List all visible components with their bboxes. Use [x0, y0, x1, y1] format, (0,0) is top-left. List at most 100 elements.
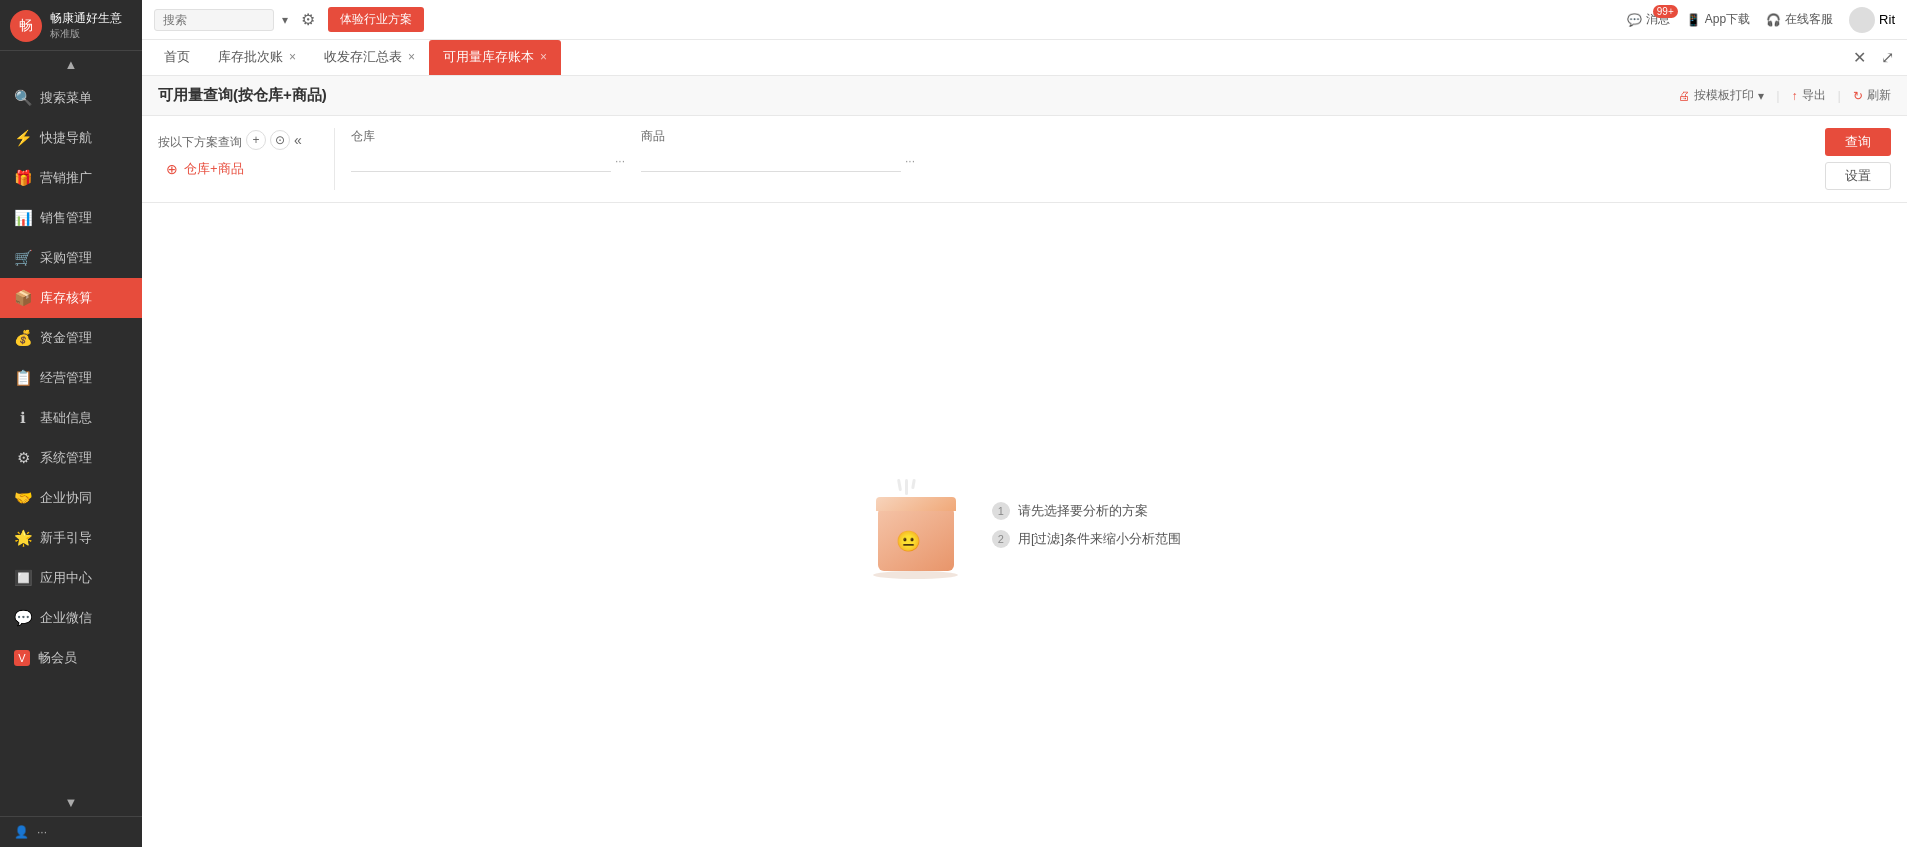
tab-batch-account-label: 库存批次账	[218, 48, 283, 66]
user-avatar	[1849, 7, 1875, 33]
app-title: 畅康通好生意	[50, 11, 122, 27]
sidebar-item-ops[interactable]: 📋 经营管理	[0, 358, 142, 398]
sidebar-item-enterprise[interactable]: 🤝 企业协同	[0, 478, 142, 518]
sidebar-item-marketing[interactable]: 🎁 营销推广	[0, 158, 142, 198]
marketing-icon: 🎁	[14, 169, 32, 187]
gear-icon: ⚙	[301, 10, 315, 29]
sidebar: 畅 畅康通好生意 标准版 ▲ 🔍 搜索菜单 ⚡ 快捷导航 🎁 营销推广 📊 销售…	[0, 0, 142, 847]
sidebar-item-member[interactable]: V 畅会员	[0, 638, 142, 678]
sidebar-item-ent-wx[interactable]: 💬 企业微信	[0, 598, 142, 638]
sidebar-item-search[interactable]: 🔍 搜索菜单	[0, 78, 142, 118]
topbar-dropdown-btn[interactable]: ▾	[282, 13, 288, 27]
sidebar-item-inventory[interactable]: 📦 库存核算	[0, 278, 142, 318]
sidebar-item-label: 销售管理	[40, 209, 92, 227]
edit-scheme-btn[interactable]: ⊙	[270, 130, 290, 150]
template-print-btn[interactable]: 🖨 按模板打印 ▾	[1678, 87, 1764, 104]
tab-batch-account-close[interactable]: ×	[289, 51, 296, 63]
sidebar-item-label: 快捷导航	[40, 129, 92, 147]
app-download-btn[interactable]: 📱 App下载	[1686, 11, 1750, 28]
search-icon: 🔍	[14, 89, 32, 107]
topbar-gear-btn[interactable]: ⚙	[296, 8, 320, 32]
warehouse-input[interactable]	[351, 149, 611, 172]
sidebar-item-label: 新手引导	[40, 529, 92, 547]
box-face: 😐	[896, 529, 921, 553]
product-more-btn[interactable]: ···	[905, 154, 915, 168]
page-title: 可用量查询(按仓库+商品)	[158, 86, 327, 105]
hint-num-1: 1	[992, 502, 1010, 520]
sales-icon: 📊	[14, 209, 32, 227]
sidebar-item-quick-nav[interactable]: ⚡ 快捷导航	[0, 118, 142, 158]
sidebar-item-purchase[interactable]: 🛒 采购管理	[0, 238, 142, 278]
tabs-bar: 首页 库存批次账 × 收发存汇总表 × 可用量库存账本 × ✕ ⤢	[142, 40, 1907, 76]
industry-btn[interactable]: 体验行业方案	[328, 7, 424, 32]
tab-available-ledger-close[interactable]: ×	[540, 51, 547, 63]
warehouse-more-btn[interactable]: ···	[615, 154, 625, 168]
sidebar-item-label: 企业协同	[40, 489, 92, 507]
sidebar-bottom-label: ···	[37, 825, 47, 839]
product-field: 商品 ···	[641, 128, 915, 172]
sidebar-item-basic-info[interactable]: ℹ 基础信息	[0, 398, 142, 438]
divider1: |	[1776, 88, 1779, 103]
sidebar-item-label: 营销推广	[40, 169, 92, 187]
refresh-btn[interactable]: ↻ 刷新	[1853, 87, 1891, 104]
message-btn[interactable]: 💬 消息 99+	[1627, 11, 1670, 28]
sidebar-item-label: 搜索菜单	[40, 89, 92, 107]
print-dropdown-icon[interactable]: ▾	[1758, 89, 1764, 103]
tab-batch-account[interactable]: 库存批次账 ×	[204, 40, 310, 75]
ops-icon: 📋	[14, 369, 32, 387]
add-scheme-btn[interactable]: +	[246, 130, 266, 150]
sidebar-item-label: 畅会员	[38, 649, 77, 667]
filter-right-actions: 查询 设置	[1825, 128, 1891, 190]
app-logo: 畅	[10, 10, 42, 42]
sidebar-item-sys[interactable]: ⚙ 系统管理	[0, 438, 142, 478]
settings-btn[interactable]: 设置	[1825, 162, 1891, 190]
user-name: Rit	[1879, 12, 1895, 27]
hint-text-2: 用[过滤]条件来缩小分析范围	[1018, 530, 1181, 548]
warehouse-label: 仓库	[351, 128, 625, 145]
tab-home[interactable]: 首页	[150, 40, 204, 75]
sidebar-header: 畅 畅康通好生意 标准版	[0, 0, 142, 51]
tab-recv-summary[interactable]: 收发存汇总表 ×	[310, 40, 429, 75]
product-input[interactable]	[641, 149, 901, 172]
expand-tabs-btn[interactable]: ⤢	[1875, 46, 1899, 70]
query-btn[interactable]: 查询	[1825, 128, 1891, 156]
divider2: |	[1838, 88, 1841, 103]
export-btn[interactable]: ↑ 导出	[1792, 87, 1826, 104]
ent-wx-icon: 💬	[14, 609, 32, 627]
filter-inputs: 仓库 ··· 商品 ···	[351, 128, 1817, 172]
sidebar-scroll-down[interactable]: ▼	[0, 789, 142, 816]
sidebar-item-sales[interactable]: 📊 销售管理	[0, 198, 142, 238]
filter-area: 按以下方案查询 + ⊙ « ⊕ 仓库+商品 仓库	[142, 116, 1907, 203]
filter-scheme-section: 按以下方案查询 + ⊙ « ⊕ 仓库+商品	[158, 128, 318, 183]
warehouse-input-group: ···	[351, 149, 625, 172]
filter-label: 按以下方案查询	[158, 128, 242, 151]
scheme-item-label: 仓库+商品	[184, 160, 244, 178]
tab-available-ledger[interactable]: 可用量库存账本 ×	[429, 40, 561, 75]
inventory-icon: 📦	[14, 289, 32, 307]
user-btn[interactable]: Rit	[1849, 7, 1895, 33]
close-all-tabs-btn[interactable]: ✕	[1847, 46, 1871, 70]
service-label: 在线客服	[1785, 11, 1833, 28]
sidebar-bottom-icon: 👤	[14, 825, 29, 839]
service-btn[interactable]: 🎧 在线客服	[1766, 11, 1833, 28]
quick-nav-icon: ⚡	[14, 129, 32, 147]
app-title-group: 畅康通好生意 标准版	[50, 11, 122, 41]
sidebar-item-app-center[interactable]: 🔲 应用中心	[0, 558, 142, 598]
guide-icon: 🌟	[14, 529, 32, 547]
export-label: 导出	[1802, 87, 1826, 104]
sidebar-bottom[interactable]: 👤 ···	[0, 816, 142, 847]
scheme-icon: ⊕	[166, 161, 178, 177]
sidebar-item-label: 应用中心	[40, 569, 92, 587]
collapse-scheme-btn[interactable]: «	[294, 132, 302, 148]
app-download-label: App下载	[1705, 11, 1750, 28]
sidebar-item-guide[interactable]: 🌟 新手引导	[0, 518, 142, 558]
sidebar-item-label: 资金管理	[40, 329, 92, 347]
scheme-item-warehouse-product[interactable]: ⊕ 仓库+商品	[158, 155, 318, 183]
tabs-right-controls: ✕ ⤢	[1847, 40, 1899, 75]
topbar-search-input[interactable]	[154, 9, 274, 31]
tab-recv-summary-close[interactable]: ×	[408, 51, 415, 63]
sidebar-scroll-up[interactable]: ▲	[0, 51, 142, 78]
empty-illustration: 😐	[868, 475, 968, 575]
tab-home-label: 首页	[164, 48, 190, 66]
sidebar-item-fund[interactable]: 💰 资金管理	[0, 318, 142, 358]
